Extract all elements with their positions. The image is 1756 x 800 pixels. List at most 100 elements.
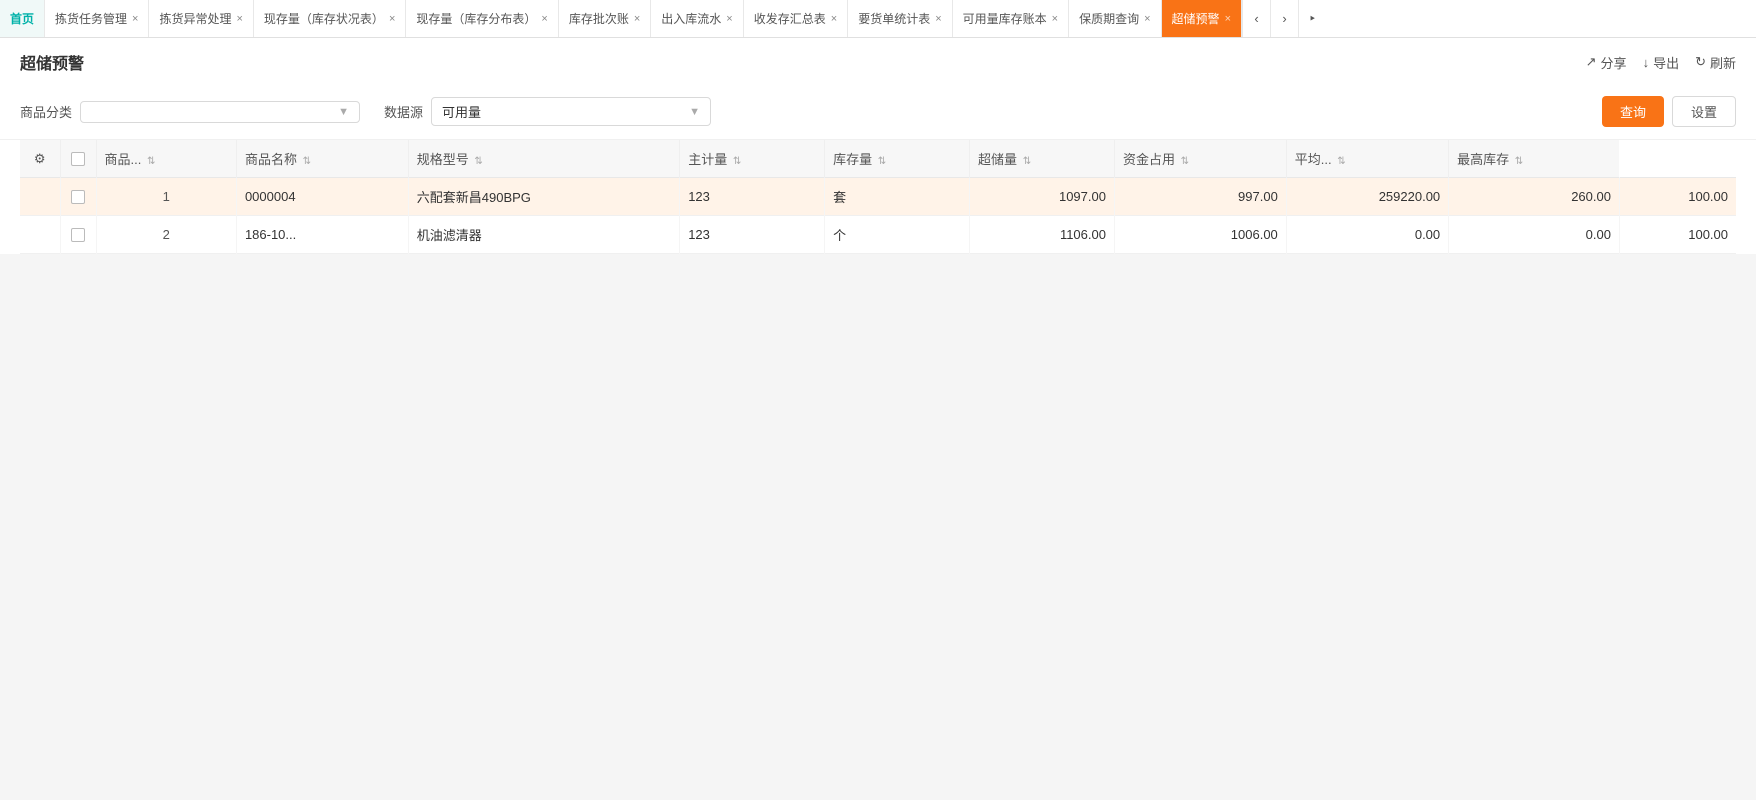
row-code: 186-10... (236, 216, 408, 254)
row-gear (20, 178, 60, 216)
category-filter: 商品分类 ▼ (20, 101, 360, 123)
nav-tab-kucun-pizhang[interactable]: 库存批次账 × (559, 0, 651, 38)
row-checkbox[interactable] (71, 190, 85, 204)
row-average: 260.00 (1449, 178, 1620, 216)
close-icon[interactable]: × (831, 13, 837, 25)
close-icon[interactable]: × (1225, 13, 1231, 25)
table-header-row: ⚙ 商品... ⇅ 商品名称 ⇅ 规格型号 ⇅ 主计量 (20, 140, 1736, 178)
col-name[interactable]: 商品名称 ⇅ (236, 140, 408, 178)
row-average: 0.00 (1449, 216, 1620, 254)
row-code: 0000004 (236, 178, 408, 216)
col-checkbox (60, 140, 96, 178)
nav-tab-yaohuo-tongji[interactable]: 要货单统计表 × (848, 0, 952, 38)
row-capital: 0.00 (1286, 216, 1448, 254)
close-icon[interactable]: × (1144, 13, 1150, 25)
export-icon: ↓ (1643, 55, 1650, 70)
datasource-filter: 数据源 可用量 ▼ (384, 97, 711, 126)
row-checkbox[interactable] (71, 228, 85, 242)
nav-arrow-left[interactable]: ‹ (1242, 0, 1270, 38)
datasource-select[interactable]: 可用量 ▼ (431, 97, 711, 126)
sort-icon: ⇅ (1181, 156, 1189, 167)
datasource-label: 数据源 (384, 102, 423, 121)
row-unit: 套 (825, 178, 970, 216)
refresh-button[interactable]: ↻ 刷新 (1695, 53, 1736, 72)
nav-tab-churu-liushui[interactable]: 出入库流水 × (651, 0, 743, 38)
sort-icon: ⇅ (733, 156, 741, 167)
row-maxstock: 100.00 (1619, 178, 1736, 216)
sort-icon: ⇅ (147, 156, 155, 167)
close-icon[interactable]: × (541, 13, 547, 25)
sort-icon: ⇅ (1337, 156, 1345, 167)
col-maxstock[interactable]: 最高库存 ⇅ (1449, 140, 1620, 178)
close-icon[interactable]: × (726, 13, 732, 25)
nav-tab-jianhuo[interactable]: 拣货任务管理 × (45, 0, 149, 38)
query-button[interactable]: 查询 (1602, 96, 1664, 127)
nav-tab-keyongliang[interactable]: 可用量库存账本 × (953, 0, 1069, 38)
top-nav: 首页 拣货任务管理 × 拣货异常处理 × 现存量（库存状况表） × 现存量（库存… (0, 0, 1756, 38)
header-actions: ↗ 分享 ↓ 导出 ↻ 刷新 (1586, 53, 1736, 72)
data-table: ⚙ 商品... ⇅ 商品名称 ⇅ 规格型号 ⇅ 主计量 (20, 140, 1736, 254)
close-icon[interactable]: × (935, 13, 941, 25)
export-button[interactable]: ↓ 导出 (1643, 53, 1680, 72)
category-label: 商品分类 (20, 102, 72, 121)
table-container: ⚙ 商品... ⇅ 商品名称 ⇅ 规格型号 ⇅ 主计量 (0, 140, 1756, 254)
close-icon[interactable]: × (634, 13, 640, 25)
chevron-down-icon: ▼ (689, 106, 700, 118)
row-num-checkbox (60, 216, 96, 254)
nav-tab-shoufa-huizong[interactable]: 收发存汇总表 × (744, 0, 848, 38)
table-row: 2 186-10... 机油滤清器 123 个 1106.00 1006.00 … (20, 216, 1736, 254)
sort-icon: ⇅ (1515, 156, 1523, 167)
col-code[interactable]: 商品... ⇅ (96, 140, 236, 178)
nav-tab-xiancunliang1[interactable]: 现存量（库存状况表） × (254, 0, 406, 38)
close-icon[interactable]: × (132, 13, 138, 25)
datasource-value: 可用量 (442, 102, 481, 121)
page-title: 超储预警 (20, 50, 84, 74)
row-unit: 个 (825, 216, 970, 254)
nav-arrow-expand[interactable]: ‣ (1298, 0, 1326, 38)
col-stock[interactable]: 库存量 ⇅ (825, 140, 970, 178)
close-icon[interactable]: × (236, 13, 242, 25)
row-capital: 259220.00 (1286, 178, 1448, 216)
nav-tab-chaochuyujing[interactable]: 超储预警 × (1162, 0, 1242, 38)
row-num-checkbox (60, 178, 96, 216)
row-index: 2 (96, 216, 236, 254)
chevron-down-icon: ▼ (338, 106, 349, 118)
sort-icon: ⇅ (1023, 156, 1031, 167)
table-row: 1 0000004 六配套新昌490BPG 123 套 1097.00 997.… (20, 178, 1736, 216)
nav-tab-xiancunliang2[interactable]: 现存量（库存分布表） × (406, 0, 558, 38)
filter-actions: 查询 设置 (1602, 96, 1736, 127)
row-overstock: 997.00 (1114, 178, 1286, 216)
settings-button[interactable]: 设置 (1672, 96, 1736, 127)
nav-tab-baozhi[interactable]: 保质期查询 × (1069, 0, 1161, 38)
close-icon[interactable]: × (389, 13, 395, 25)
row-spec: 123 (680, 178, 825, 216)
col-average[interactable]: 平均... ⇅ (1286, 140, 1448, 178)
nav-tab-jianhuo-yichang[interactable]: 拣货异常处理 × (149, 0, 253, 38)
col-spec[interactable]: 规格型号 ⇅ (408, 140, 679, 178)
col-capital[interactable]: 资金占用 ⇅ (1114, 140, 1286, 178)
nav-home[interactable]: 首页 (0, 0, 45, 38)
gear-icon[interactable]: ⚙ (34, 151, 46, 166)
sort-icon: ⇅ (878, 156, 886, 167)
sort-icon: ⇅ (474, 156, 482, 167)
share-button[interactable]: ↗ 分享 (1586, 53, 1627, 72)
row-stock: 1097.00 (970, 178, 1115, 216)
nav-arrow-right[interactable]: › (1270, 0, 1298, 38)
col-overstock[interactable]: 超储量 ⇅ (970, 140, 1115, 178)
category-select[interactable]: ▼ (80, 101, 360, 123)
row-gear (20, 216, 60, 254)
row-maxstock: 100.00 (1619, 216, 1736, 254)
header-checkbox[interactable] (71, 152, 85, 166)
row-name: 机油滤清器 (408, 216, 679, 254)
filter-bar: 商品分类 ▼ 数据源 可用量 ▼ 查询 设置 (0, 84, 1756, 140)
row-overstock: 1006.00 (1114, 216, 1286, 254)
row-stock: 1106.00 (970, 216, 1115, 254)
sort-icon: ⇅ (303, 156, 311, 167)
col-gear[interactable]: ⚙ (20, 140, 60, 178)
row-spec: 123 (680, 216, 825, 254)
close-icon[interactable]: × (1052, 13, 1058, 25)
row-index: 1 (96, 178, 236, 216)
page-header: 超储预警 ↗ 分享 ↓ 导出 ↻ 刷新 (0, 38, 1756, 84)
refresh-icon: ↻ (1695, 54, 1706, 70)
col-unit[interactable]: 主计量 ⇅ (680, 140, 825, 178)
